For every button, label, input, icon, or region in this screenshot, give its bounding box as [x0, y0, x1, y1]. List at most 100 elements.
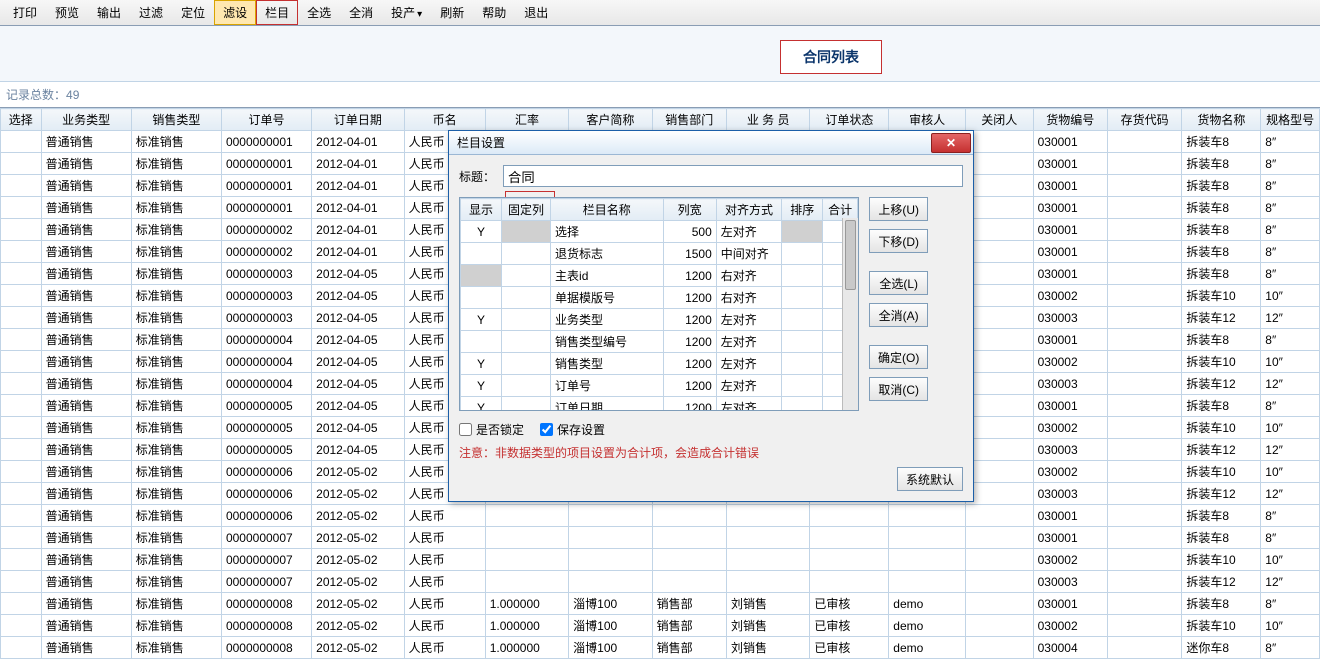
- cell: 拆装车12: [1182, 571, 1261, 593]
- cell: 普通销售: [41, 263, 131, 285]
- grid-cell: 单据模版号: [551, 287, 664, 309]
- col-header[interactable]: 选择: [1, 109, 42, 131]
- cell: [1, 373, 42, 395]
- cell: 拆装车12: [1182, 307, 1261, 329]
- cell: [1107, 505, 1181, 527]
- cell: 普通销售: [41, 439, 131, 461]
- move-up-button[interactable]: 上移(U): [869, 197, 928, 221]
- col-header[interactable]: 业 务 员: [726, 109, 809, 131]
- grid-col-header[interactable]: 固定列: [501, 199, 550, 221]
- col-header[interactable]: 订单状态: [810, 109, 889, 131]
- col-header[interactable]: 货物编号: [1033, 109, 1107, 131]
- cell: [652, 527, 726, 549]
- grid-row[interactable]: Y销售类型1200左对齐: [461, 353, 858, 375]
- cancel-button[interactable]: 取消(C): [869, 377, 928, 401]
- toolbar-item-打印[interactable]: 打印: [4, 0, 46, 25]
- select-all-button[interactable]: 全选(L): [869, 271, 928, 295]
- grid-col-header[interactable]: 列宽: [663, 199, 716, 221]
- col-header[interactable]: 客户简称: [569, 109, 652, 131]
- lock-checkbox[interactable]: [459, 423, 472, 436]
- grid-row[interactable]: 销售类型编号1200左对齐: [461, 331, 858, 353]
- toolbar-item-退出[interactable]: 退出: [515, 0, 557, 25]
- col-header[interactable]: 币名: [404, 109, 485, 131]
- grid-row[interactable]: Y选择500左对齐: [461, 221, 858, 243]
- grid-scrollbar[interactable]: [842, 218, 858, 410]
- move-down-button[interactable]: 下移(D): [869, 229, 928, 253]
- cell: [1, 637, 42, 659]
- cell: [1, 329, 42, 351]
- col-header[interactable]: 订单号: [221, 109, 311, 131]
- col-header[interactable]: 存货代码: [1107, 109, 1181, 131]
- cell: 8″: [1261, 153, 1320, 175]
- toolbar-item-投产[interactable]: 投产▾: [382, 0, 431, 25]
- cell: 2012-05-02: [312, 637, 404, 659]
- toolbar-item-过滤[interactable]: 过滤: [130, 0, 172, 25]
- grid-row[interactable]: 主表id1200右对齐: [461, 265, 858, 287]
- cell: 人民币: [404, 615, 485, 637]
- select-none-button[interactable]: 全消(A): [869, 303, 928, 327]
- save-checkbox-label[interactable]: 保存设置: [540, 421, 605, 438]
- col-header[interactable]: 关闭人: [965, 109, 1033, 131]
- cell: [652, 549, 726, 571]
- cell: 8″: [1261, 241, 1320, 263]
- save-checkbox[interactable]: [540, 423, 553, 436]
- cell: [1107, 241, 1181, 263]
- cell: 030002: [1033, 461, 1107, 483]
- grid-row[interactable]: Y业务类型1200左对齐: [461, 309, 858, 331]
- col-header[interactable]: 销售部门: [652, 109, 726, 131]
- lock-checkbox-label[interactable]: 是否锁定: [459, 421, 524, 438]
- toolbar-item-刷新[interactable]: 刷新: [431, 0, 473, 25]
- cell: [965, 549, 1033, 571]
- toolbar-item-预览[interactable]: 预览: [46, 0, 88, 25]
- table-row[interactable]: 普通销售标准销售00000000082012-05-02人民币1.000000淄…: [1, 637, 1320, 659]
- columns-grid[interactable]: 显示固定列栏目名称列宽对齐方式排序合计 Y选择500左对齐退货标志1500中间对…: [459, 197, 859, 411]
- col-header[interactable]: 业务类型: [41, 109, 131, 131]
- table-row[interactable]: 普通销售标准销售00000000072012-05-02人民币030002拆装车…: [1, 549, 1320, 571]
- dialog-titlebar[interactable]: 栏目设置 ✕: [449, 131, 973, 155]
- grid-col-header[interactable]: 栏目名称: [551, 199, 664, 221]
- cell: 淄博100: [569, 615, 652, 637]
- grid-col-header[interactable]: 排序: [782, 199, 823, 221]
- cell: 迷你车8: [1182, 637, 1261, 659]
- grid-cell: [501, 397, 550, 412]
- cell: 12″: [1261, 373, 1320, 395]
- table-row[interactable]: 普通销售标准销售00000000072012-05-02人民币030001拆装车…: [1, 527, 1320, 549]
- table-row[interactable]: 普通销售标准销售00000000082012-05-02人民币1.000000淄…: [1, 593, 1320, 615]
- title-label: 标题：: [459, 168, 495, 185]
- grid-row[interactable]: 退货标志1500中间对齐: [461, 243, 858, 265]
- cell: 销售部: [652, 637, 726, 659]
- col-header[interactable]: 销售类型: [131, 109, 221, 131]
- grid-col-header[interactable]: 显示: [461, 199, 502, 221]
- toolbar-item-帮助[interactable]: 帮助: [473, 0, 515, 25]
- table-row[interactable]: 普通销售标准销售00000000062012-05-02人民币030001拆装车…: [1, 505, 1320, 527]
- system-default-button[interactable]: 系统默认: [897, 467, 963, 491]
- col-header[interactable]: 汇率: [485, 109, 568, 131]
- cell: 0000000003: [221, 263, 311, 285]
- grid-row[interactable]: Y订单日期1200左对齐: [461, 397, 858, 412]
- cell: [1, 483, 42, 505]
- table-row[interactable]: 普通销售标准销售00000000082012-05-02人民币1.000000淄…: [1, 615, 1320, 637]
- toolbar-item-栏目[interactable]: 栏目: [256, 0, 298, 25]
- close-icon[interactable]: ✕: [931, 133, 971, 153]
- cell: [1, 263, 42, 285]
- grid-cell: Y: [461, 309, 502, 331]
- cell: 030001: [1033, 197, 1107, 219]
- toolbar-item-全选[interactable]: 全选: [298, 0, 340, 25]
- toolbar-item-全消[interactable]: 全消: [340, 0, 382, 25]
- toolbar-item-输出[interactable]: 输出: [88, 0, 130, 25]
- col-header[interactable]: 审核人: [889, 109, 966, 131]
- toolbar-item-定位[interactable]: 定位: [172, 0, 214, 25]
- cell: 12″: [1261, 571, 1320, 593]
- col-header[interactable]: 规格型号: [1261, 109, 1320, 131]
- toolbar-item-滤设[interactable]: 滤设: [214, 0, 256, 25]
- cell: [1107, 483, 1181, 505]
- ok-button[interactable]: 确定(O): [869, 345, 928, 369]
- grid-row[interactable]: 单据模版号1200右对齐: [461, 287, 858, 309]
- col-header[interactable]: 货物名称: [1182, 109, 1261, 131]
- grid-col-header[interactable]: 对齐方式: [716, 199, 781, 221]
- title-input[interactable]: [503, 165, 963, 187]
- cell: 拆装车8: [1182, 505, 1261, 527]
- grid-row[interactable]: Y订单号1200左对齐: [461, 375, 858, 397]
- col-header[interactable]: 订单日期: [312, 109, 404, 131]
- table-row[interactable]: 普通销售标准销售00000000072012-05-02人民币030003拆装车…: [1, 571, 1320, 593]
